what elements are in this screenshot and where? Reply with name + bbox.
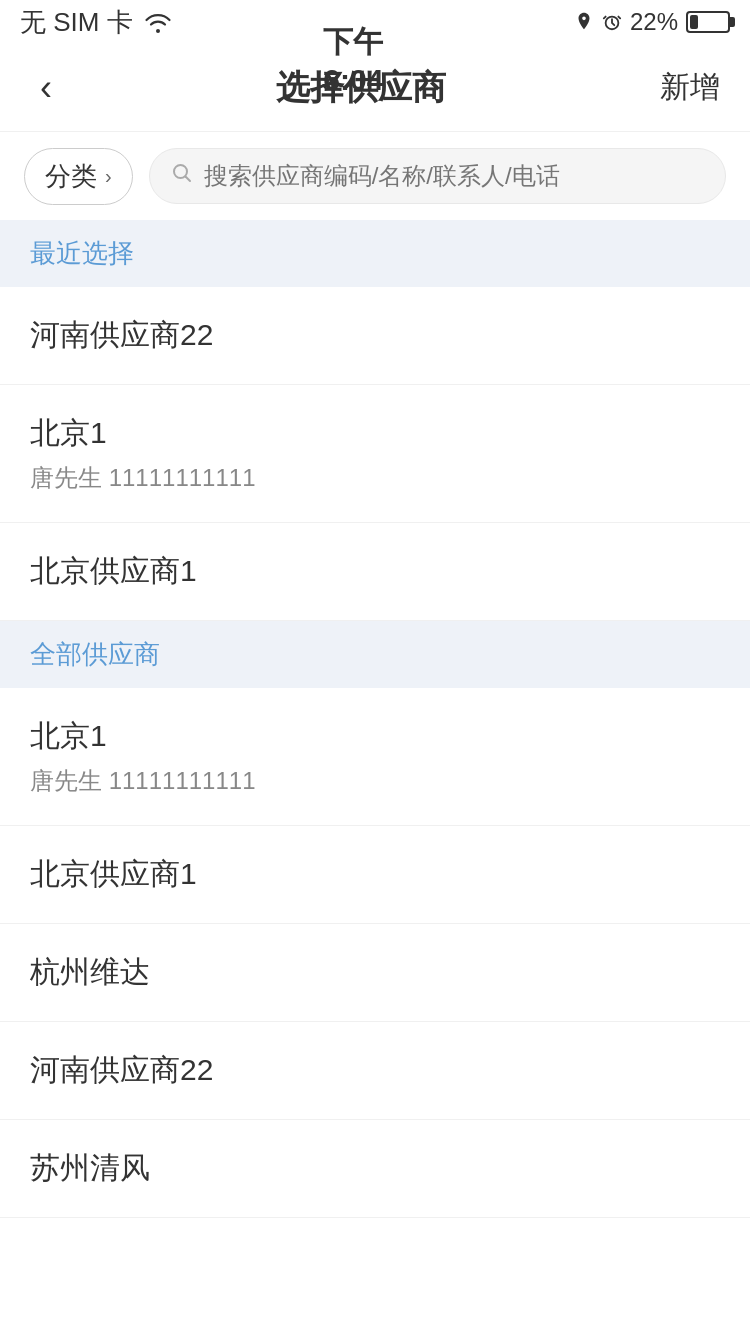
list-item-name: 北京1: [30, 716, 720, 757]
battery-percent: 22%: [630, 8, 678, 36]
recent-list: 河南供应商22 北京1 唐先生 11111111111 北京供应商1: [0, 287, 750, 621]
status-time: 下午6:04: [323, 22, 423, 97]
all-section-header: 全部供应商: [0, 621, 750, 688]
list-item[interactable]: 河南供应商22: [0, 287, 750, 385]
wifi-icon: [143, 11, 173, 33]
list-item[interactable]: 北京1 唐先生 11111111111: [0, 385, 750, 523]
location-icon: [574, 11, 594, 33]
list-item-name: 北京供应商1: [30, 551, 720, 592]
list-item-name: 北京供应商1: [30, 854, 720, 895]
list-item[interactable]: 苏州清风: [0, 1120, 750, 1218]
recent-section-label: 最近选择: [30, 238, 134, 268]
all-section-label: 全部供应商: [30, 639, 160, 669]
status-carrier: 无 SIM 卡: [20, 5, 173, 40]
status-right: 22%: [574, 8, 730, 36]
list-item-name: 杭州维达: [30, 952, 720, 993]
list-item-name: 北京1: [30, 413, 720, 454]
list-item-sub: 唐先生 11111111111: [30, 765, 720, 797]
search-box: [149, 148, 726, 204]
list-item[interactable]: 北京供应商1: [0, 523, 750, 621]
list-item-name: 河南供应商22: [30, 315, 720, 356]
carrier-text: 无 SIM 卡: [20, 5, 133, 40]
back-button[interactable]: ‹: [30, 57, 62, 119]
recent-section-header: 最近选择: [0, 220, 750, 287]
category-label: 分类: [45, 159, 97, 194]
filter-bar: 分类 ›: [0, 132, 750, 220]
list-item[interactable]: 杭州维达: [0, 924, 750, 1022]
status-bar: 无 SIM 卡 下午6:04 22%: [0, 0, 750, 44]
list-item[interactable]: 北京供应商1: [0, 826, 750, 924]
search-input[interactable]: [204, 162, 705, 190]
list-item-name: 河南供应商22: [30, 1050, 720, 1091]
alarm-icon: [602, 11, 622, 33]
chevron-right-icon: ›: [105, 165, 112, 188]
list-item-sub: 唐先生 11111111111: [30, 462, 720, 494]
list-item[interactable]: 河南供应商22: [0, 1022, 750, 1120]
list-item-name: 苏州清风: [30, 1148, 720, 1189]
battery-indicator: [686, 11, 730, 33]
category-button[interactable]: 分类 ›: [24, 148, 133, 205]
new-action-button[interactable]: 新增: [660, 67, 720, 108]
all-list: 北京1 唐先生 11111111111 北京供应商1 杭州维达河南供应商22 苏州清风: [0, 688, 750, 1218]
list-item[interactable]: 北京1 唐先生 11111111111: [0, 688, 750, 826]
search-icon: [170, 161, 194, 191]
